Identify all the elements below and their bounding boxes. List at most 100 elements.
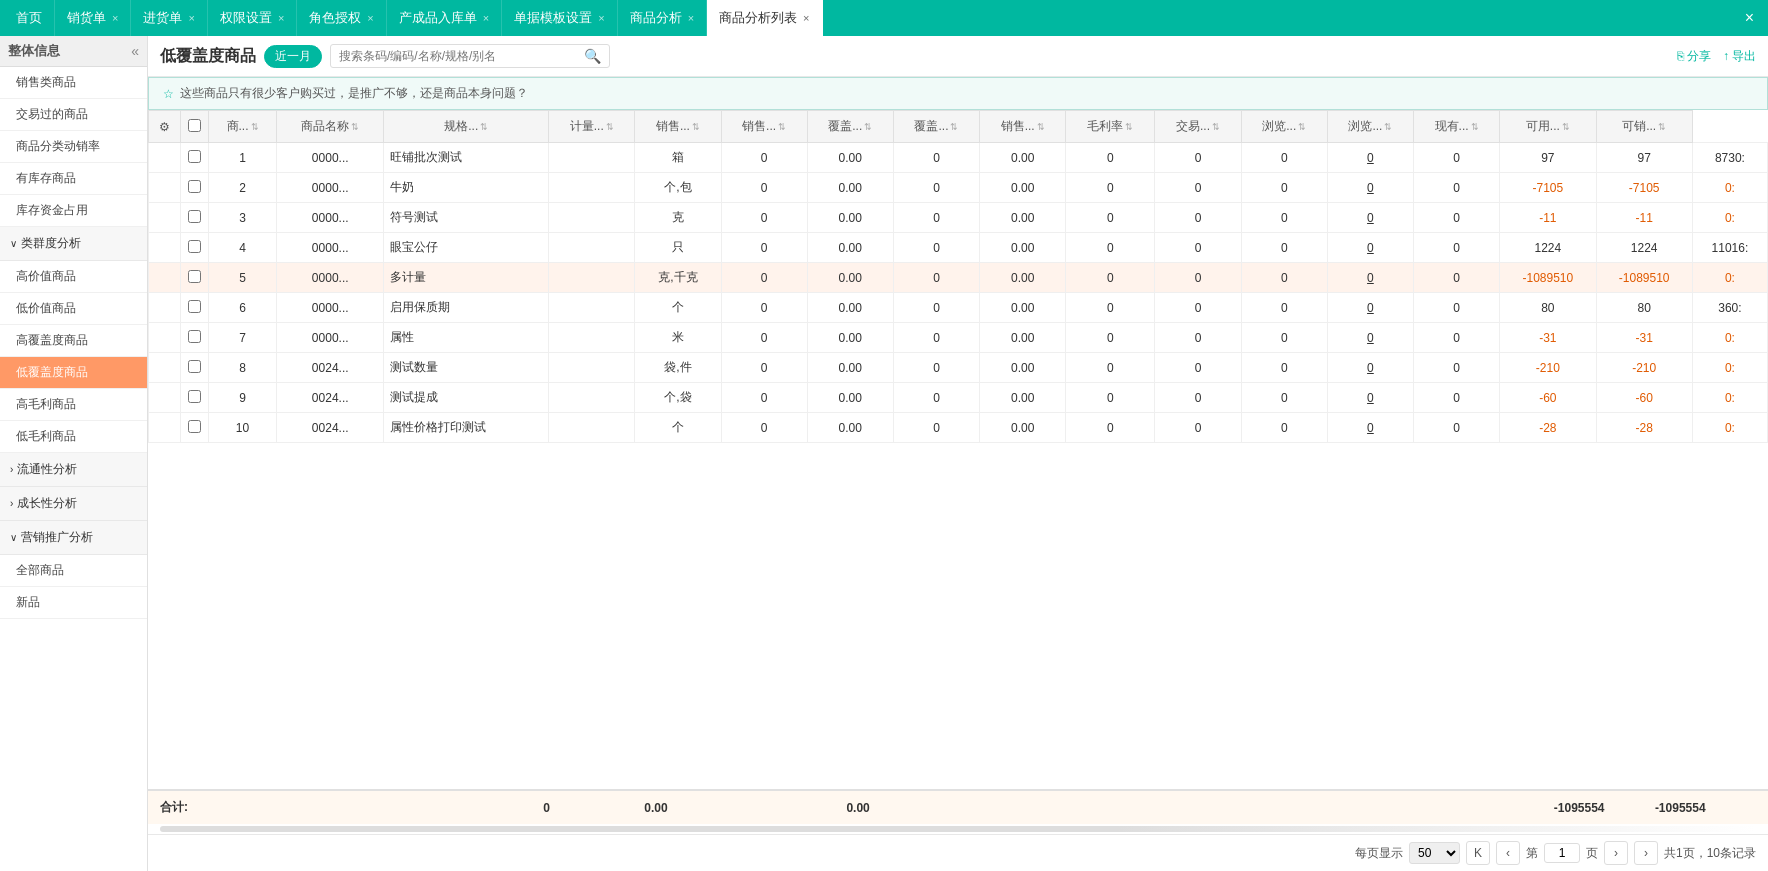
nav-tab-analysis-list[interactable]: 商品分析列表 × [707, 0, 822, 36]
row-browse1[interactable]: 0 [1327, 143, 1413, 173]
row-browse1[interactable]: 0 [1327, 203, 1413, 233]
row-select-checkbox[interactable] [188, 300, 201, 313]
sidebar-collapse-button[interactable]: « [131, 43, 139, 59]
row-checkbox[interactable] [181, 293, 209, 323]
nav-tab-role[interactable]: 角色授权 × [297, 0, 386, 36]
sidebar-section-cluster[interactable]: ∨ 类群度分析 [0, 227, 147, 261]
column-unit[interactable]: 计量...⇅ [549, 111, 635, 143]
export-button[interactable]: ↑ 导出 [1723, 48, 1756, 65]
close-icon[interactable]: × [803, 12, 809, 24]
next-page-button[interactable]: › [1604, 841, 1628, 865]
nav-tab-template[interactable]: 单据模板设置 × [502, 0, 617, 36]
nav-tab-home[interactable]: 首页 [4, 0, 55, 36]
prev-page-button[interactable]: ‹ [1496, 841, 1520, 865]
close-icon[interactable]: × [278, 12, 284, 24]
row-select-checkbox[interactable] [188, 240, 201, 253]
close-all-tabs-button[interactable]: × [1735, 9, 1764, 27]
sidebar-section-marketing[interactable]: ∨ 营销推广分析 [0, 521, 147, 555]
row-settings[interactable] [149, 383, 181, 413]
row-checkbox[interactable] [181, 143, 209, 173]
column-name[interactable]: 商品名称⇅ [277, 111, 384, 143]
share-button[interactable]: ⎘ 分享 [1677, 48, 1711, 65]
column-trade[interactable]: 交易...⇅ [1155, 111, 1241, 143]
row-checkbox[interactable] [181, 233, 209, 263]
last-page-button[interactable]: › [1634, 841, 1658, 865]
sidebar-item-high-coverage[interactable]: 高覆盖度商品 [0, 325, 147, 357]
row-checkbox[interactable] [181, 323, 209, 353]
page-number-input[interactable] [1544, 843, 1580, 863]
column-sales-amount[interactable]: 销售...⇅ [721, 111, 807, 143]
close-icon[interactable]: × [188, 12, 194, 24]
close-icon[interactable]: × [367, 12, 373, 24]
nav-tab-sales[interactable]: 销货单 × [55, 0, 131, 36]
column-checkbox[interactable] [181, 111, 209, 143]
close-icon[interactable]: × [688, 12, 694, 24]
horizontal-scrollbar[interactable] [160, 826, 1756, 832]
sidebar-item-stock-goods[interactable]: 有库存商品 [0, 163, 147, 195]
row-select-checkbox[interactable] [188, 330, 201, 343]
row-browse1[interactable]: 0 [1327, 173, 1413, 203]
column-coverage2[interactable]: 覆盖...⇅ [893, 111, 979, 143]
column-settings[interactable]: ⚙ [149, 111, 181, 143]
row-settings[interactable] [149, 143, 181, 173]
column-coverage1[interactable]: 覆盖...⇅ [807, 111, 893, 143]
row-settings[interactable] [149, 233, 181, 263]
sidebar-item-stock-capital[interactable]: 库存资金占用 [0, 195, 147, 227]
row-settings[interactable] [149, 263, 181, 293]
column-browse1[interactable]: 浏览...⇅ [1241, 111, 1327, 143]
row-browse1[interactable]: 0 [1327, 413, 1413, 443]
row-select-checkbox[interactable] [188, 390, 201, 403]
row-browse1[interactable]: 0 [1327, 323, 1413, 353]
row-select-checkbox[interactable] [188, 420, 201, 433]
nav-tab-purchase[interactable]: 进货单 × [131, 0, 207, 36]
sidebar-section-liquidity[interactable]: › 流通性分析 [0, 453, 147, 487]
row-select-checkbox[interactable] [188, 210, 201, 223]
column-code[interactable]: 商...⇅ [209, 111, 277, 143]
row-browse1[interactable]: 0 [1327, 263, 1413, 293]
nav-tab-permission[interactable]: 权限设置 × [208, 0, 297, 36]
sidebar-item-low-margin[interactable]: 低毛利商品 [0, 421, 147, 453]
row-settings[interactable] [149, 323, 181, 353]
row-settings[interactable] [149, 203, 181, 233]
row-select-checkbox[interactable] [188, 150, 201, 163]
column-sellable[interactable]: 可销...⇅ [1596, 111, 1692, 143]
sidebar-item-high-value[interactable]: 高价值商品 [0, 261, 147, 293]
sidebar-item-sales-goods[interactable]: 销售类商品 [0, 67, 147, 99]
row-select-checkbox[interactable] [188, 270, 201, 283]
close-icon[interactable]: × [483, 12, 489, 24]
row-settings[interactable] [149, 413, 181, 443]
row-settings[interactable] [149, 173, 181, 203]
search-icon[interactable]: 🔍 [584, 48, 601, 64]
row-checkbox[interactable] [181, 203, 209, 233]
row-checkbox[interactable] [181, 263, 209, 293]
column-sales-x[interactable]: 销售...⇅ [980, 111, 1066, 143]
row-browse1[interactable]: 0 [1327, 353, 1413, 383]
row-checkbox[interactable] [181, 353, 209, 383]
column-sales-count[interactable]: 销售...⇅ [635, 111, 721, 143]
column-spec[interactable]: 规格...⇅ [384, 111, 549, 143]
column-gross-rate[interactable]: 毛利率⇅ [1066, 111, 1155, 143]
sidebar-item-high-margin[interactable]: 高毛利商品 [0, 389, 147, 421]
column-current[interactable]: 现有...⇅ [1414, 111, 1500, 143]
sidebar-item-new-goods[interactable]: 新品 [0, 587, 147, 619]
row-settings[interactable] [149, 293, 181, 323]
nav-tab-product-in[interactable]: 产成品入库单 × [387, 0, 502, 36]
close-icon[interactable]: × [598, 12, 604, 24]
table-container[interactable]: ⚙ 商...⇅ 商品名称⇅ 规格...⇅ 计量...⇅ 销售...⇅ 销售...… [148, 110, 1768, 789]
sidebar-item-category-rate[interactable]: 商品分类动销率 [0, 131, 147, 163]
row-browse1[interactable]: 0 [1327, 383, 1413, 413]
row-checkbox[interactable] [181, 173, 209, 203]
row-checkbox[interactable] [181, 413, 209, 443]
row-browse1[interactable]: 0 [1327, 293, 1413, 323]
page-size-select[interactable]: 50 20 100 [1409, 842, 1460, 864]
row-browse1[interactable]: 0 [1327, 233, 1413, 263]
close-icon[interactable]: × [112, 12, 118, 24]
sidebar-item-traded-goods[interactable]: 交易过的商品 [0, 99, 147, 131]
search-input[interactable] [339, 49, 584, 63]
row-settings[interactable] [149, 353, 181, 383]
nav-tab-analysis[interactable]: 商品分析 × [618, 0, 707, 36]
select-all-checkbox[interactable] [188, 119, 201, 132]
filter-period-button[interactable]: 近一月 [264, 45, 322, 68]
sidebar-item-low-coverage[interactable]: 低覆盖度商品 [0, 357, 147, 389]
row-select-checkbox[interactable] [188, 180, 201, 193]
